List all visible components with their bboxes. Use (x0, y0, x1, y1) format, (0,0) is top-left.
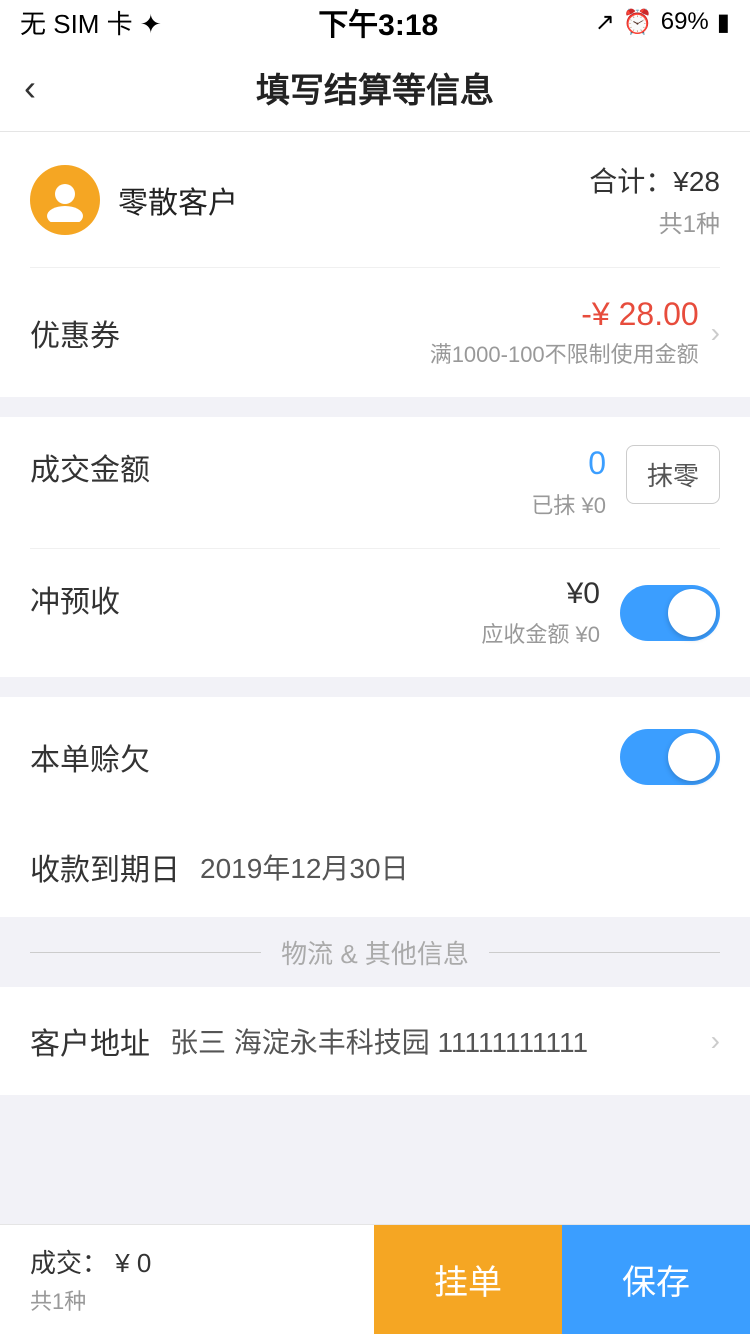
erase-button[interactable]: 抹零 (626, 445, 720, 504)
coupon-row[interactable]: 优惠券 -¥ 28.00 满1000-100不限制使用金额 › (30, 268, 720, 397)
section-divider-1 (0, 397, 750, 417)
footer-left: 成交： ¥ 0 共1种 (0, 1243, 374, 1316)
coupon-desc: 满1000-100不限制使用金额 (430, 337, 699, 369)
nav-bar: ‹ 填写结算等信息 (0, 44, 750, 132)
status-time: 下午3:18 (318, 0, 438, 44)
debt-toggle[interactable] (620, 729, 720, 785)
footer-count: 共1种 (30, 1284, 344, 1316)
logistics-divider: 物流 & 其他信息 (0, 917, 750, 987)
back-button[interactable]: ‹ (24, 67, 36, 109)
amount-erased: 已抹 ¥0 (531, 488, 606, 520)
duedate-value: 2019年12月30日 (200, 847, 409, 887)
address-chevron: › (711, 1025, 720, 1057)
prepay-receivable: 应收金额 ¥0 (481, 617, 600, 649)
coupon-label: 优惠券 (30, 311, 120, 355)
footer-deal-label: 成交： (30, 1248, 108, 1278)
customer-count: 共1种 (589, 204, 720, 239)
toggle-circle (668, 589, 716, 637)
location-icon: ↗ (595, 8, 615, 37)
debt-row: 本单赊欠 (30, 697, 720, 817)
footer-deal: 成交： ¥ 0 (30, 1243, 344, 1280)
customer-name: 零散客户 (118, 178, 238, 222)
battery-text: 69% (661, 8, 709, 36)
logistics-label: 物流 & 其他信息 (281, 934, 469, 971)
duedate-row: 收款到期日 2019年12月30日 (30, 817, 720, 917)
status-bar: 无 SIM 卡 ✦ 下午3:18 ↗ ⏰ 69% ▮ (0, 0, 750, 44)
address-section: 客户地址 张三 海淀永丰科技园 11111111111 › (0, 987, 750, 1095)
divider-line-right (489, 952, 720, 953)
debt-label: 本单赊欠 (30, 735, 150, 779)
page-title: 填写结算等信息 (256, 63, 494, 112)
save-button[interactable]: 保存 (562, 1225, 750, 1334)
coupon-chevron: › (711, 317, 720, 349)
prepay-row: 冲预收 ¥0 应收金额 ¥0 (30, 549, 720, 677)
debt-section: 本单赊欠 收款到期日 2019年12月30日 (0, 697, 750, 917)
sim-status: 无 SIM 卡 ✦ (20, 4, 162, 41)
prepay-label: 冲预收 (30, 577, 120, 621)
hold-button[interactable]: 挂单 (374, 1225, 562, 1334)
prepay-right: ¥0 应收金额 ¥0 (481, 577, 720, 649)
amount-right: 0 已抹 ¥0 抹零 (531, 445, 720, 520)
amount-value: 0 (531, 445, 606, 482)
section-divider-2 (0, 677, 750, 697)
customer-section: 零散客户 合计：¥28 共1种 优惠券 -¥ 28.00 满1000-100不限… (0, 132, 750, 397)
address-content: 客户地址 张三 海淀永丰科技园 11111111111 (30, 1019, 707, 1063)
address-value: 张三 海淀永丰科技园 11111111111 (170, 1021, 707, 1061)
amount-label: 成交金额 (30, 445, 150, 489)
prepay-amount: ¥0 (481, 577, 600, 611)
coupon-discount: -¥ 28.00 (430, 296, 699, 333)
status-left: 无 SIM 卡 ✦ (20, 4, 162, 41)
alarm-icon: ⏰ (623, 8, 653, 37)
logistics-divider-line: 物流 & 其他信息 (0, 934, 750, 971)
address-row[interactable]: 客户地址 张三 海淀永丰科技园 11111111111 › (30, 987, 720, 1095)
footer-deal-amount: ¥ 0 (115, 1248, 151, 1278)
customer-total: 合计：¥28 (589, 160, 720, 200)
bottom-spacer (0, 1095, 750, 1215)
battery-icon: ▮ (717, 8, 730, 37)
prepay-toggle[interactable] (620, 585, 720, 641)
debt-toggle-circle (668, 733, 716, 781)
customer-left: 零散客户 (30, 165, 238, 235)
amount-value-wrap: 0 已抹 ¥0 (531, 445, 606, 520)
status-right: ↗ ⏰ 69% ▮ (595, 8, 730, 37)
customer-avatar (30, 165, 100, 235)
footer-bar: 成交： ¥ 0 共1种 挂单 保存 (0, 1224, 750, 1334)
divider-line-left (30, 952, 261, 953)
prepay-info: ¥0 应收金额 ¥0 (481, 577, 600, 649)
coupon-right: -¥ 28.00 满1000-100不限制使用金额 › (430, 296, 720, 369)
amount-row: 成交金额 0 已抹 ¥0 抹零 (30, 417, 720, 549)
customer-right: 合计：¥28 共1种 (589, 160, 720, 239)
customer-row: 零散客户 合计：¥28 共1种 (30, 132, 720, 268)
duedate-label: 收款到期日 (30, 845, 180, 889)
user-icon (43, 178, 87, 222)
coupon-info: -¥ 28.00 满1000-100不限制使用金额 (430, 296, 699, 369)
address-label: 客户地址 (30, 1019, 150, 1063)
transaction-section: 成交金额 0 已抹 ¥0 抹零 冲预收 ¥0 应收金额 ¥0 (0, 417, 750, 677)
